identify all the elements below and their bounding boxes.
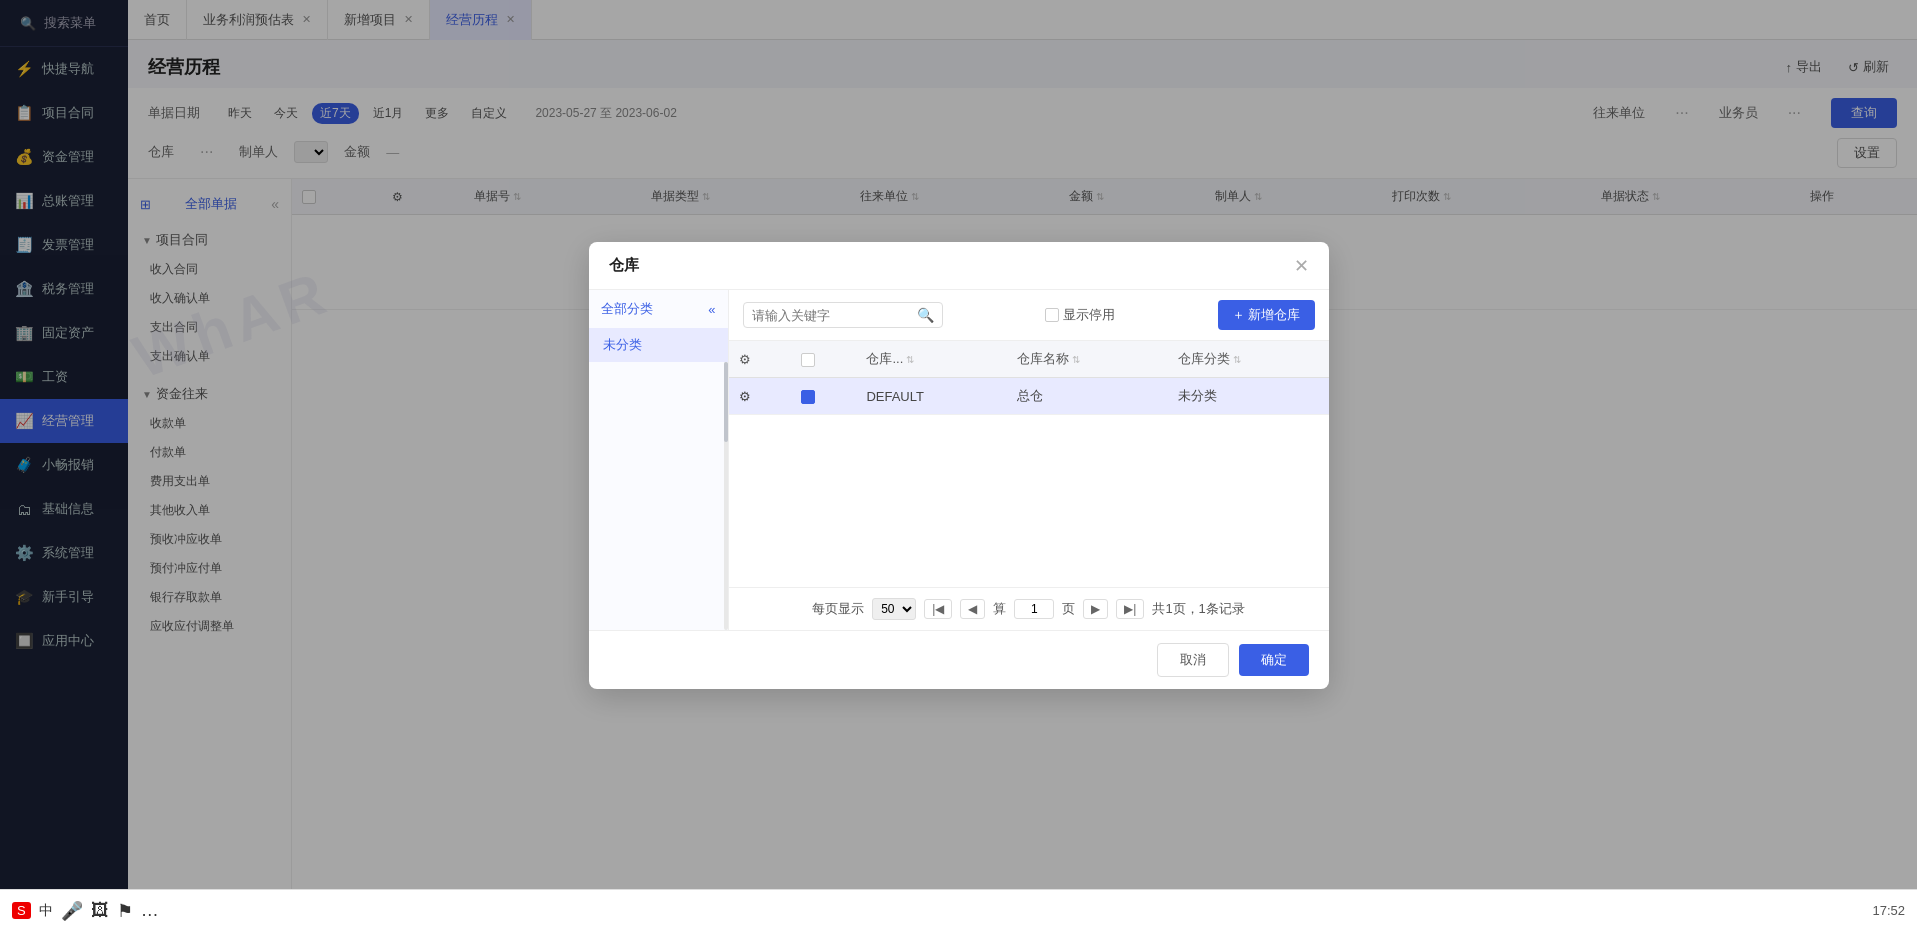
dialog-page-input[interactable]	[1014, 599, 1054, 619]
warehouse-dialog: 仓库 ✕ 全部分类 « 未分类	[589, 242, 1329, 689]
dialog-col-name[interactable]: 仓库名称⇅	[1007, 341, 1168, 378]
dialog-search-box[interactable]: 🔍	[743, 302, 943, 328]
dialog-col-checkbox	[791, 341, 857, 378]
dialog-last-page[interactable]: ▶|	[1116, 599, 1144, 619]
show-disabled-toggle[interactable]: 显示停用	[1045, 306, 1115, 324]
confirm-button[interactable]: 确定	[1239, 644, 1309, 676]
gear-icon[interactable]: ⚙	[739, 352, 751, 367]
dialog-col-code[interactable]: 仓库...⇅	[856, 341, 1006, 378]
dialog-left-panel: 全部分类 « 未分类	[589, 290, 729, 630]
dialog-page-label: 算	[993, 600, 1006, 618]
taskbar: S 中 🎤 🖼 ⚑ … 17:52	[0, 889, 1917, 931]
gear-icon[interactable]: ⚙	[739, 389, 751, 404]
dialog-page-unit: 页	[1062, 600, 1075, 618]
dialog-total-label: 共1页，1条记录	[1152, 600, 1244, 618]
dialog-right-panel: 🔍 显示停用 ＋ 新增仓库 ⚙	[729, 290, 1329, 630]
taskbar-icon-more[interactable]: …	[141, 900, 159, 921]
table-row[interactable]: ⚙ DEFAULT 总仓 未分类	[729, 378, 1329, 415]
dialog-table: ⚙ 仓库...⇅ 仓库名称⇅ 仓库分类⇅ ⚙ DEFAULT	[729, 341, 1329, 415]
row-gear: ⚙	[729, 378, 791, 415]
cancel-button[interactable]: 取消	[1157, 643, 1229, 677]
left-scrollbar[interactable]	[724, 362, 728, 630]
dialog-left-header[interactable]: 全部分类 «	[589, 290, 728, 328]
dialog-close-button[interactable]: ✕	[1294, 257, 1309, 275]
dialog-pagination: 每页显示 50 |◀ ◀ 算 页 ▶ ▶| 共1页，1条记录	[729, 587, 1329, 630]
dialog-left-item-uncategorized[interactable]: 未分类	[589, 328, 728, 362]
dialog-toolbar: 🔍 显示停用 ＋ 新增仓库	[729, 290, 1329, 341]
dialog-col-category[interactable]: 仓库分类⇅	[1168, 341, 1329, 378]
collapse-icon[interactable]: «	[708, 302, 715, 317]
left-scrollbar-thumb	[724, 362, 728, 442]
taskbar-icon-s[interactable]: S	[12, 902, 31, 919]
row-name: 总仓	[1007, 378, 1168, 415]
row-checkbox	[791, 378, 857, 415]
dialog-prev-page[interactable]: ◀	[960, 599, 985, 619]
dialog-title: 仓库	[609, 256, 639, 275]
dialog-next-page[interactable]: ▶	[1083, 599, 1108, 619]
taskbar-icons: S 中 🎤 🖼 ⚑ …	[12, 900, 159, 922]
show-disabled-checkbox[interactable]	[1045, 308, 1059, 322]
dialog-footer: 取消 确定	[589, 630, 1329, 689]
row-code: DEFAULT	[856, 378, 1006, 415]
dialog-per-page-select[interactable]: 50	[872, 598, 916, 620]
dialog-search-input[interactable]	[752, 308, 911, 323]
search-icon: 🔍	[917, 307, 934, 323]
dialog-table-wrap: ⚙ 仓库...⇅ 仓库名称⇅ 仓库分类⇅ ⚙ DEFAULT	[729, 341, 1329, 587]
dialog-header: 仓库 ✕	[589, 242, 1329, 290]
taskbar-time: 17:52	[1872, 903, 1905, 918]
add-warehouse-button[interactable]: ＋ 新增仓库	[1218, 300, 1315, 330]
show-disabled-label: 显示停用	[1063, 306, 1115, 324]
taskbar-icon-mic[interactable]: 🎤	[61, 900, 83, 922]
taskbar-icon-img[interactable]: 🖼	[91, 900, 109, 921]
row-select-checkbox[interactable]	[801, 390, 815, 404]
dialog-overlay[interactable]: 仓库 ✕ 全部分类 « 未分类	[0, 0, 1917, 931]
all-category-label: 全部分类	[601, 300, 653, 318]
taskbar-icon-zhong[interactable]: 中	[39, 902, 53, 920]
dialog-first-page[interactable]: |◀	[924, 599, 952, 619]
dialog-per-page-label: 每页显示	[812, 600, 864, 618]
dialog-body: 全部分类 « 未分类 🔍	[589, 290, 1329, 630]
uncategorized-label: 未分类	[603, 337, 642, 352]
taskbar-icon-flag[interactable]: ⚑	[117, 900, 133, 922]
row-category: 未分类	[1168, 378, 1329, 415]
dialog-col-gear: ⚙	[729, 341, 791, 378]
dialog-select-all[interactable]	[801, 353, 815, 367]
